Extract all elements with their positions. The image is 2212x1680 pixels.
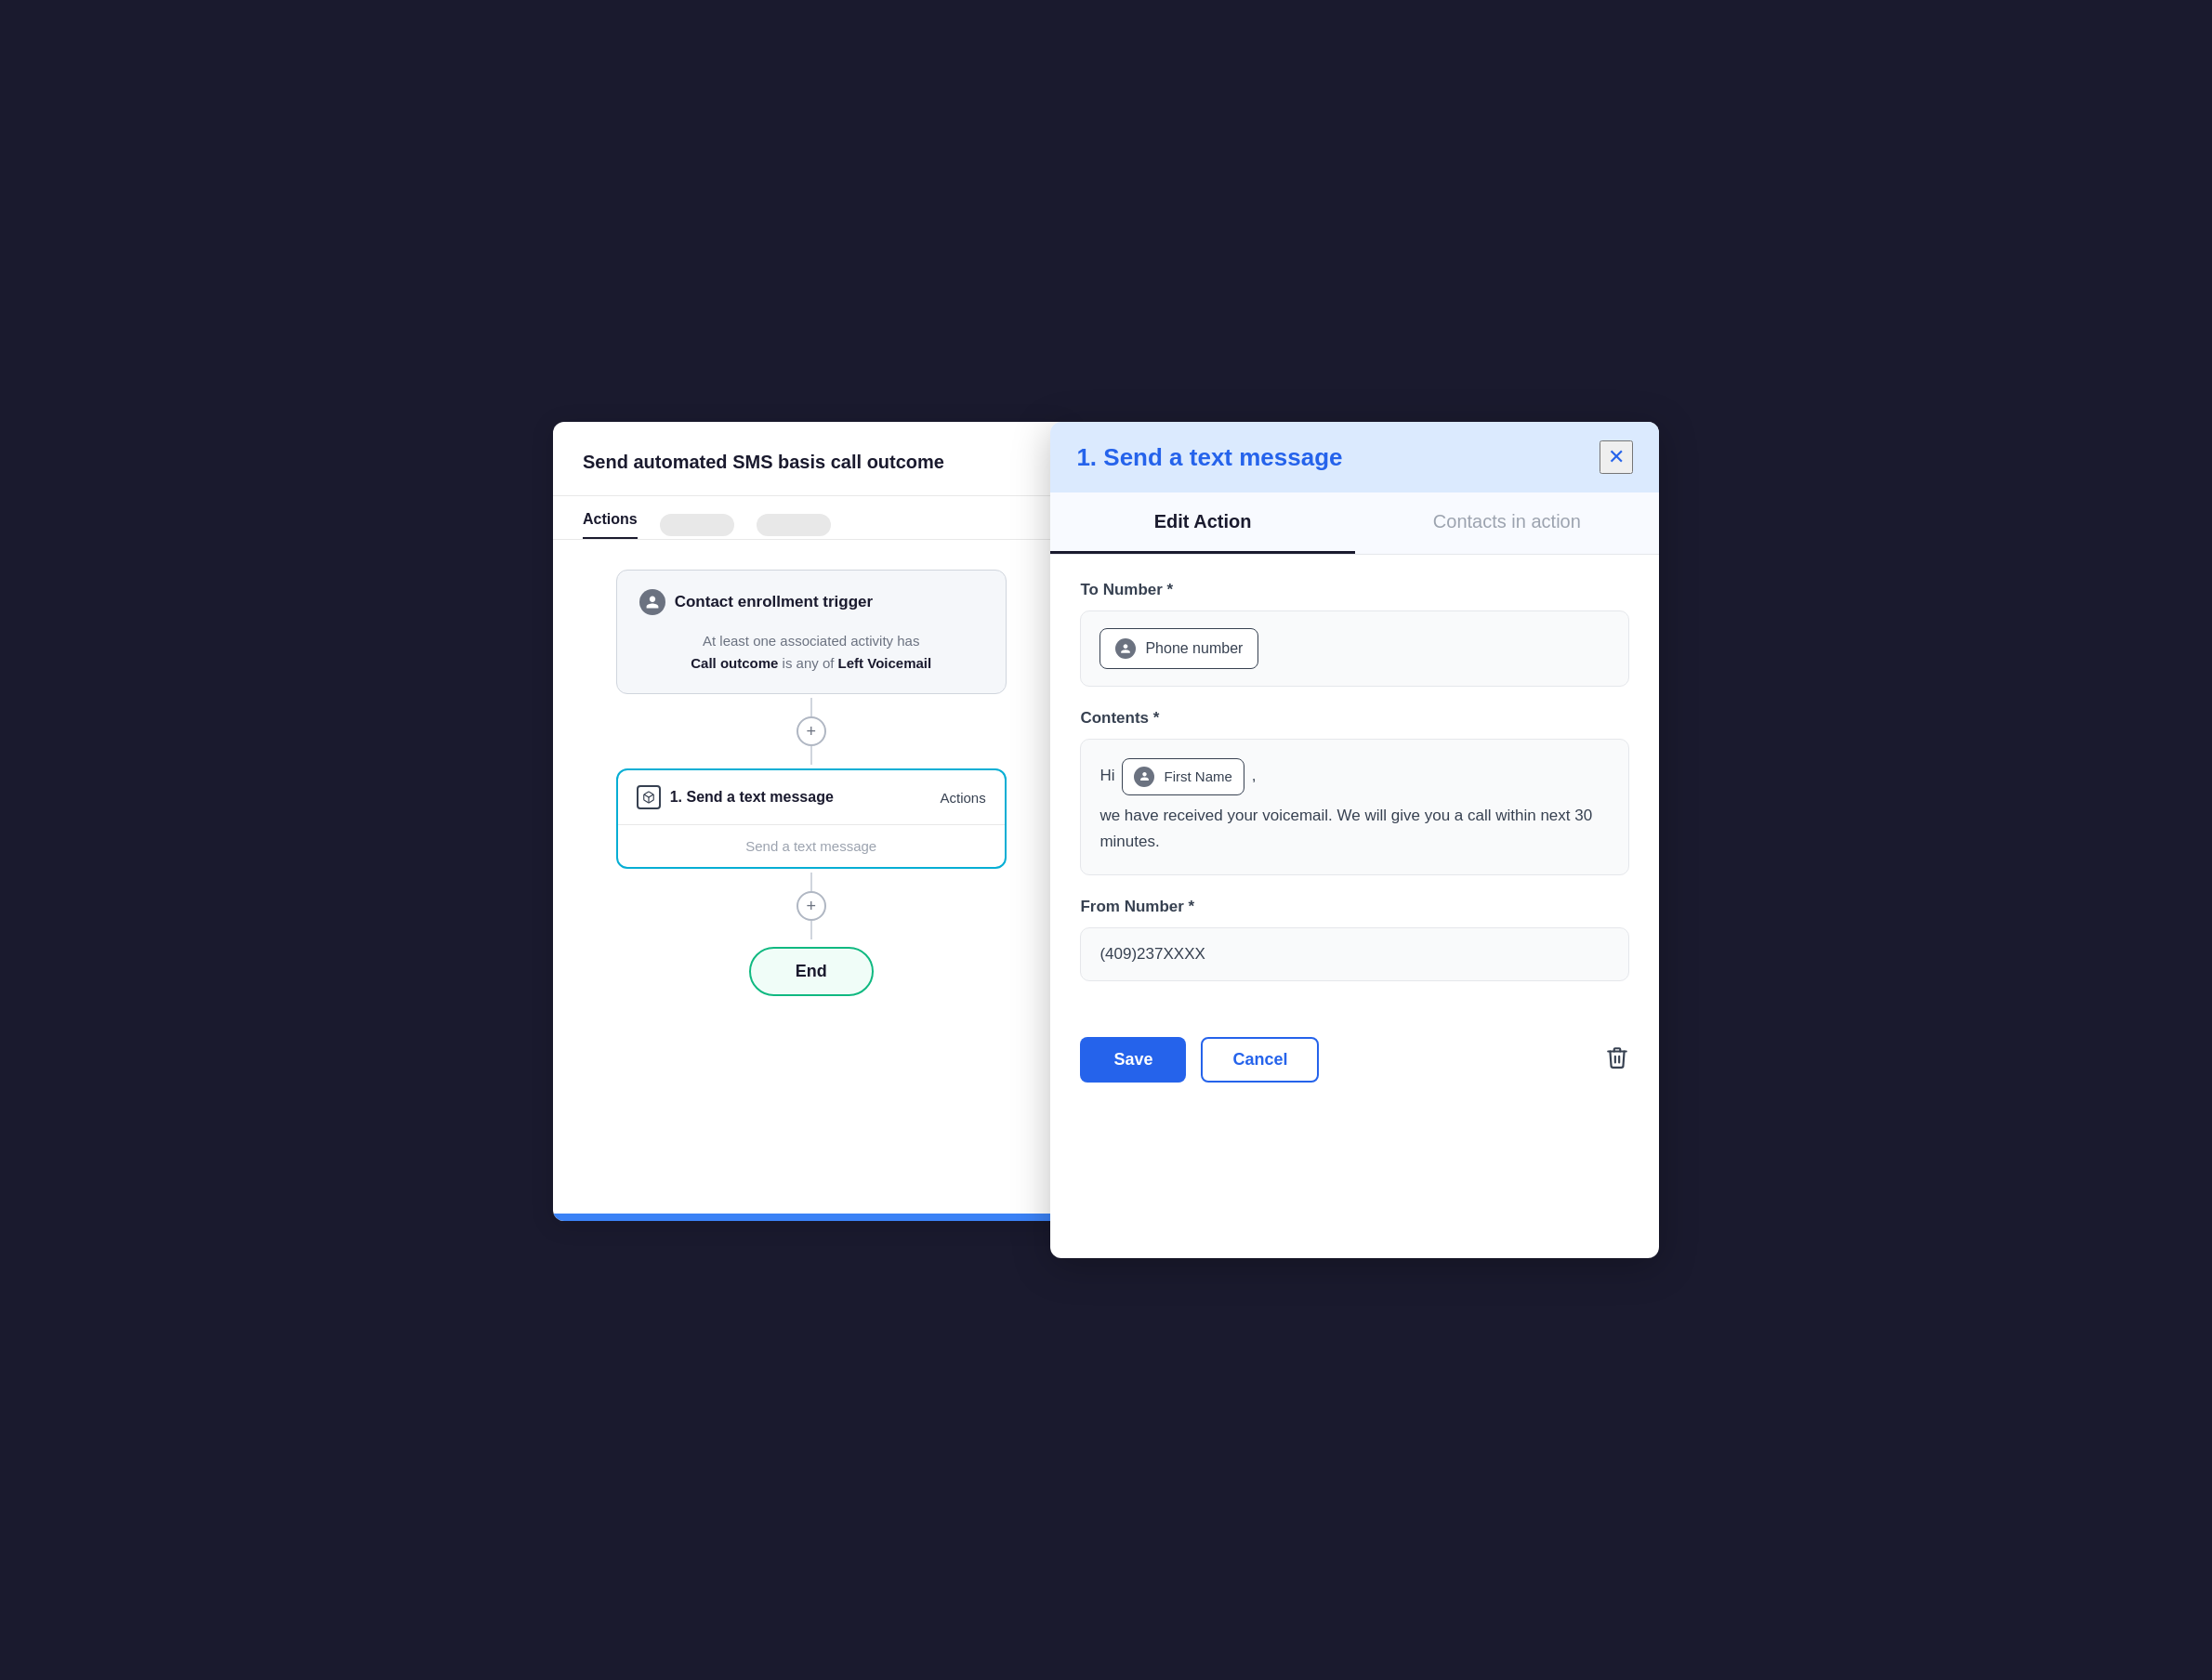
contents-body: we have received your voicemail. We will… — [1099, 803, 1610, 857]
phone-number-token[interactable]: Phone number — [1099, 628, 1258, 669]
person-token-icon — [1115, 638, 1136, 659]
contents-field[interactable]: Hi First Name , we have received your vo… — [1080, 739, 1629, 875]
trigger-desc-prefix: At least one associated activity has — [703, 633, 919, 649]
save-button[interactable]: Save — [1080, 1037, 1186, 1083]
person-icon — [639, 589, 665, 615]
contents-hi: Hi — [1099, 763, 1114, 790]
workflow-area: Contact enrollment trigger At least one … — [553, 540, 1069, 1026]
to-number-wrapper[interactable]: Phone number — [1080, 610, 1629, 687]
add-step-button-1[interactable]: + — [797, 716, 826, 746]
contents-comma: , — [1252, 763, 1257, 790]
contents-section: Contents * Hi First Name , — [1080, 709, 1629, 875]
modal-footer: Save Cancel — [1050, 1037, 1659, 1109]
cancel-button[interactable]: Cancel — [1201, 1037, 1319, 1083]
contents-label: Contents * — [1080, 709, 1629, 728]
from-number-section: From Number * (409)237XXXX — [1080, 898, 1629, 981]
to-number-section: To Number * Phone number — [1080, 581, 1629, 687]
connector-2: + — [797, 873, 826, 939]
workflow-title: Send automated SMS basis call outcome — [583, 452, 1039, 473]
left-panel-tabs: Actions — [553, 496, 1069, 540]
from-number-label: From Number * — [1080, 898, 1629, 916]
trigger-card: Contact enrollment trigger At least one … — [616, 570, 1007, 694]
tab-actions[interactable]: Actions — [583, 511, 638, 539]
person-firstname-icon — [1134, 767, 1154, 787]
modal-body: To Number * Phone number Contents * — [1050, 555, 1659, 1037]
left-panel-footer — [553, 1214, 1069, 1221]
trigger-title: Contact enrollment trigger — [675, 593, 873, 611]
left-panel: Send automated SMS basis call outcome Ac… — [553, 422, 1069, 1221]
trigger-desc-mid: is any of — [783, 655, 835, 671]
connector-line-1 — [810, 698, 812, 716]
trigger-desc-bold1: Call outcome — [691, 655, 778, 671]
tab-pill-2 — [757, 514, 831, 536]
tab-pill-1 — [660, 514, 734, 536]
first-name-token-label: First Name — [1164, 765, 1231, 789]
modal-title: 1. Send a text message — [1076, 443, 1342, 472]
action-card-title: 1. Send a text message — [670, 789, 931, 806]
edit-action-modal: 1. Send a text message ✕ Edit Action Con… — [1050, 422, 1659, 1258]
action-card-body: Send a text message — [618, 825, 1005, 867]
modal-tabs: Edit Action Contacts in action — [1050, 492, 1659, 555]
close-button[interactable]: ✕ — [1600, 440, 1633, 474]
phone-number-token-label: Phone number — [1145, 640, 1243, 657]
trigger-description: At least one associated activity has Cal… — [639, 630, 983, 675]
trigger-header: Contact enrollment trigger — [639, 589, 983, 615]
connector-line-3 — [810, 873, 812, 891]
first-name-token[interactable]: First Name — [1122, 758, 1244, 795]
to-number-label: To Number * — [1080, 581, 1629, 599]
action-card-header: 1. Send a text message Actions — [618, 770, 1005, 825]
contents-line1: Hi First Name , — [1099, 758, 1610, 795]
connector-line-2 — [810, 746, 812, 765]
tab-contacts-in-action[interactable]: Contacts in action — [1355, 492, 1659, 554]
add-step-button-2[interactable]: + — [797, 891, 826, 921]
from-number-input[interactable]: (409)237XXXX — [1080, 927, 1629, 981]
tab-edit-action[interactable]: Edit Action — [1050, 492, 1354, 554]
delete-button[interactable] — [1605, 1045, 1629, 1075]
trigger-desc-bold2: Left Voicemail — [838, 655, 932, 671]
connector-1: + — [797, 698, 826, 765]
left-panel-header: Send automated SMS basis call outcome — [553, 422, 1069, 496]
connector-line-4 — [810, 921, 812, 939]
cube-icon — [637, 785, 661, 809]
modal-header: 1. Send a text message ✕ — [1050, 422, 1659, 492]
action-card[interactable]: 1. Send a text message Actions Send a te… — [616, 768, 1007, 869]
action-card-actions-link[interactable]: Actions — [941, 790, 986, 806]
end-node: End — [749, 947, 874, 996]
